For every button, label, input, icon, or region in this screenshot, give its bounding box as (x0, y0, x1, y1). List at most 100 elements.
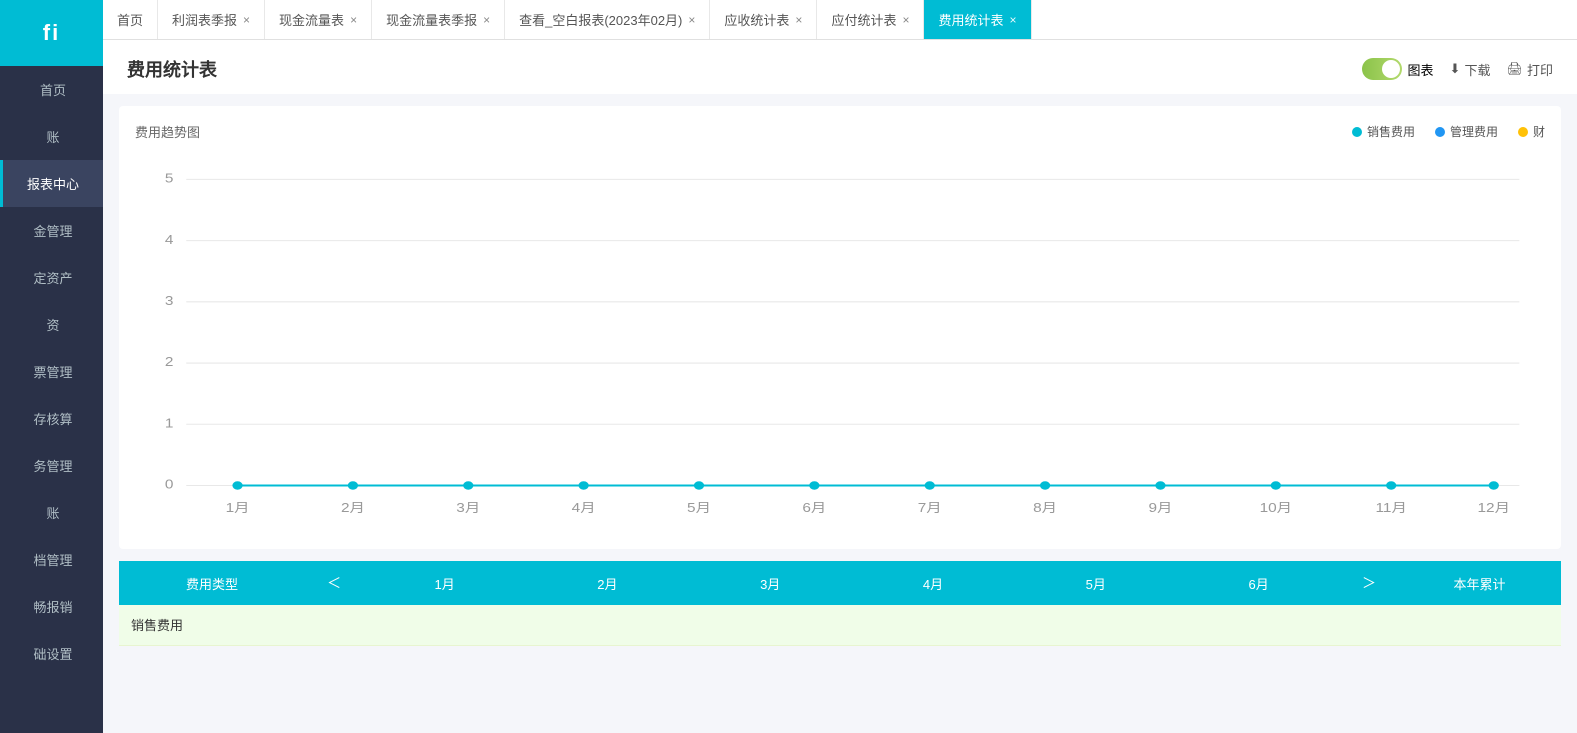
row-m4-val (852, 605, 1015, 645)
row-m3-val (689, 605, 852, 645)
svg-text:4: 4 (165, 232, 174, 246)
close-tab-cashflow[interactable]: × (350, 13, 357, 27)
tab-bar: 首页 利润表季报 × 现金流量表 × 现金流量表季报 × 查看_空白报表(202… (103, 0, 1577, 40)
header-actions: 图表 ⬇ 下载 🖨 打印 (1362, 58, 1553, 80)
tab-expense-stats[interactable]: 费用统计表 × (924, 0, 1031, 40)
svg-text:1: 1 (165, 416, 174, 430)
row-nav-next-cell (1340, 605, 1398, 645)
svg-text:2月: 2月 (341, 500, 365, 514)
page-title: 费用统计表 (127, 56, 217, 82)
svg-text:6月: 6月 (802, 500, 826, 514)
svg-text:9月: 9月 (1148, 500, 1172, 514)
chart-section: 费用趋势图 销售费用 管理费用 财 (119, 106, 1561, 549)
tab-profit-quarterly[interactable]: 利润表季报 × (158, 0, 265, 40)
col-header-nav-prev[interactable]: ＜ (305, 561, 363, 605)
content-area: 费用统计表 图表 ⬇ 下载 🖨 打印 费用趋势图 (103, 40, 1577, 733)
legend-label-sales: 销售费用 (1367, 123, 1415, 140)
table-section: 费用类型 ＜ 1月 2月 3月 4月 5月 6月 ＞ 本年累计 (119, 561, 1561, 646)
close-tab-payable[interactable]: × (902, 13, 909, 27)
table-header-row: 费用类型 ＜ 1月 2月 3月 4月 5月 6月 ＞ 本年累计 (119, 561, 1561, 605)
sidebar: fi 首页 账 报表中心 金管理 定资产 资 票管理 存核算 务管理 账 档管理… (0, 0, 103, 733)
col-header-m2: 2月 (526, 561, 689, 605)
download-label: 下载 (1464, 60, 1490, 79)
sidebar-item-home[interactable]: 首页 (0, 66, 103, 113)
print-label: 打印 (1527, 60, 1553, 79)
print-button[interactable]: 🖨 打印 (1506, 60, 1553, 79)
row-m5-val (1014, 605, 1177, 645)
tab-payable[interactable]: 应付统计表 × (817, 0, 924, 40)
chart-area: 0 1 2 3 4 5 1月 2月 3月 (135, 153, 1545, 533)
chart-legend: 销售费用 管理费用 财 (1352, 123, 1545, 140)
sidebar-item-account[interactable]: 账 (0, 113, 103, 160)
svg-text:5: 5 (165, 171, 174, 185)
svg-text:3: 3 (165, 293, 174, 307)
table-row: 销售费用 (119, 605, 1561, 645)
svg-text:4月: 4月 (572, 500, 596, 514)
close-tab-blank-report[interactable]: × (688, 13, 695, 27)
row-m1-val (363, 605, 526, 645)
svg-text:12月: 12月 (1477, 500, 1509, 514)
close-tab-receivable[interactable]: × (795, 13, 802, 27)
page-header: 费用统计表 图表 ⬇ 下载 🖨 打印 (103, 40, 1577, 94)
legend-admin-expense: 管理费用 (1435, 123, 1498, 140)
legend-sales-expense: 销售费用 (1352, 123, 1415, 140)
sidebar-item-basic-settings[interactable]: 础设置 (0, 630, 103, 677)
sidebar-item-invoice-mgmt[interactable]: 票管理 (0, 348, 103, 395)
close-tab-cashflow-quarterly[interactable]: × (483, 13, 490, 27)
svg-text:7月: 7月 (918, 500, 942, 514)
chart-svg: 0 1 2 3 4 5 1月 2月 3月 (135, 153, 1545, 533)
sidebar-item-service-mgmt[interactable]: 务管理 (0, 442, 103, 489)
sidebar-item-fixed-assets[interactable]: 定资产 (0, 254, 103, 301)
chart-header: 费用趋势图 销售费用 管理费用 财 (135, 122, 1545, 141)
legend-dot-sales (1352, 127, 1362, 137)
col-header-m1: 1月 (363, 561, 526, 605)
legend-finance-expense: 财 (1518, 123, 1545, 140)
nav-prev-arrow[interactable]: ＜ (321, 575, 347, 591)
tab-cashflow[interactable]: 现金流量表 × (265, 0, 372, 40)
col-header-nav-next[interactable]: ＞ (1340, 561, 1398, 605)
sidebar-item-cash-mgmt[interactable]: 金管理 (0, 207, 103, 254)
chart-toggle-container: 图表 (1362, 58, 1434, 80)
row-nav-prev-cell (305, 605, 363, 645)
sidebar-item-capital[interactable]: 资 (0, 301, 103, 348)
row-type-label: 销售费用 (119, 605, 305, 645)
main-area: 首页 利润表季报 × 现金流量表 × 现金流量表季报 × 查看_空白报表(202… (103, 0, 1577, 733)
chart-toggle[interactable] (1362, 58, 1402, 80)
toggle-label: 图表 (1408, 60, 1434, 79)
data-table: 费用类型 ＜ 1月 2月 3月 4月 5月 6月 ＞ 本年累计 (119, 561, 1561, 646)
sidebar-logo: fi (0, 0, 103, 66)
legend-label-finance: 财 (1533, 123, 1545, 140)
svg-text:1月: 1月 (226, 500, 250, 514)
sidebar-item-report-center[interactable]: 报表中心 (0, 160, 103, 207)
sidebar-item-inventory[interactable]: 存核算 (0, 395, 103, 442)
col-header-m5: 5月 (1014, 561, 1177, 605)
sidebar-item-archive-mgmt[interactable]: 档管理 (0, 536, 103, 583)
tab-cashflow-quarterly[interactable]: 现金流量表季报 × (372, 0, 505, 40)
svg-text:5月: 5月 (687, 500, 711, 514)
close-tab-profit-quarterly[interactable]: × (243, 13, 250, 27)
tab-home[interactable]: 首页 (103, 0, 158, 40)
legend-label-admin: 管理费用 (1450, 123, 1498, 140)
sidebar-item-ledger[interactable]: 账 (0, 489, 103, 536)
row-m2-val (526, 605, 689, 645)
svg-text:11月: 11月 (1376, 500, 1407, 514)
download-button[interactable]: ⬇ 下载 (1450, 60, 1491, 79)
svg-text:10月: 10月 (1260, 500, 1292, 514)
download-icon: ⬇ (1450, 61, 1461, 77)
close-tab-expense-stats[interactable]: × (1009, 13, 1016, 27)
svg-text:3月: 3月 (456, 500, 480, 514)
svg-text:0: 0 (165, 477, 174, 491)
print-icon: 🖨 (1506, 61, 1523, 77)
col-header-ytd: 本年累计 (1398, 561, 1561, 605)
nav-next-arrow[interactable]: ＞ (1356, 575, 1382, 591)
tab-receivable[interactable]: 应收统计表 × (710, 0, 817, 40)
tab-blank-report[interactable]: 查看_空白报表(2023年02月) × (505, 0, 710, 40)
sidebar-item-expense-reimb[interactable]: 畅报销 (0, 583, 103, 630)
chart-title: 费用趋势图 (135, 122, 200, 141)
col-header-type: 费用类型 (119, 561, 305, 605)
row-m6-val (1177, 605, 1340, 645)
col-header-m4: 4月 (852, 561, 1015, 605)
row-ytd-val (1398, 605, 1561, 645)
legend-dot-admin (1435, 127, 1445, 137)
col-header-m3: 3月 (689, 561, 852, 605)
